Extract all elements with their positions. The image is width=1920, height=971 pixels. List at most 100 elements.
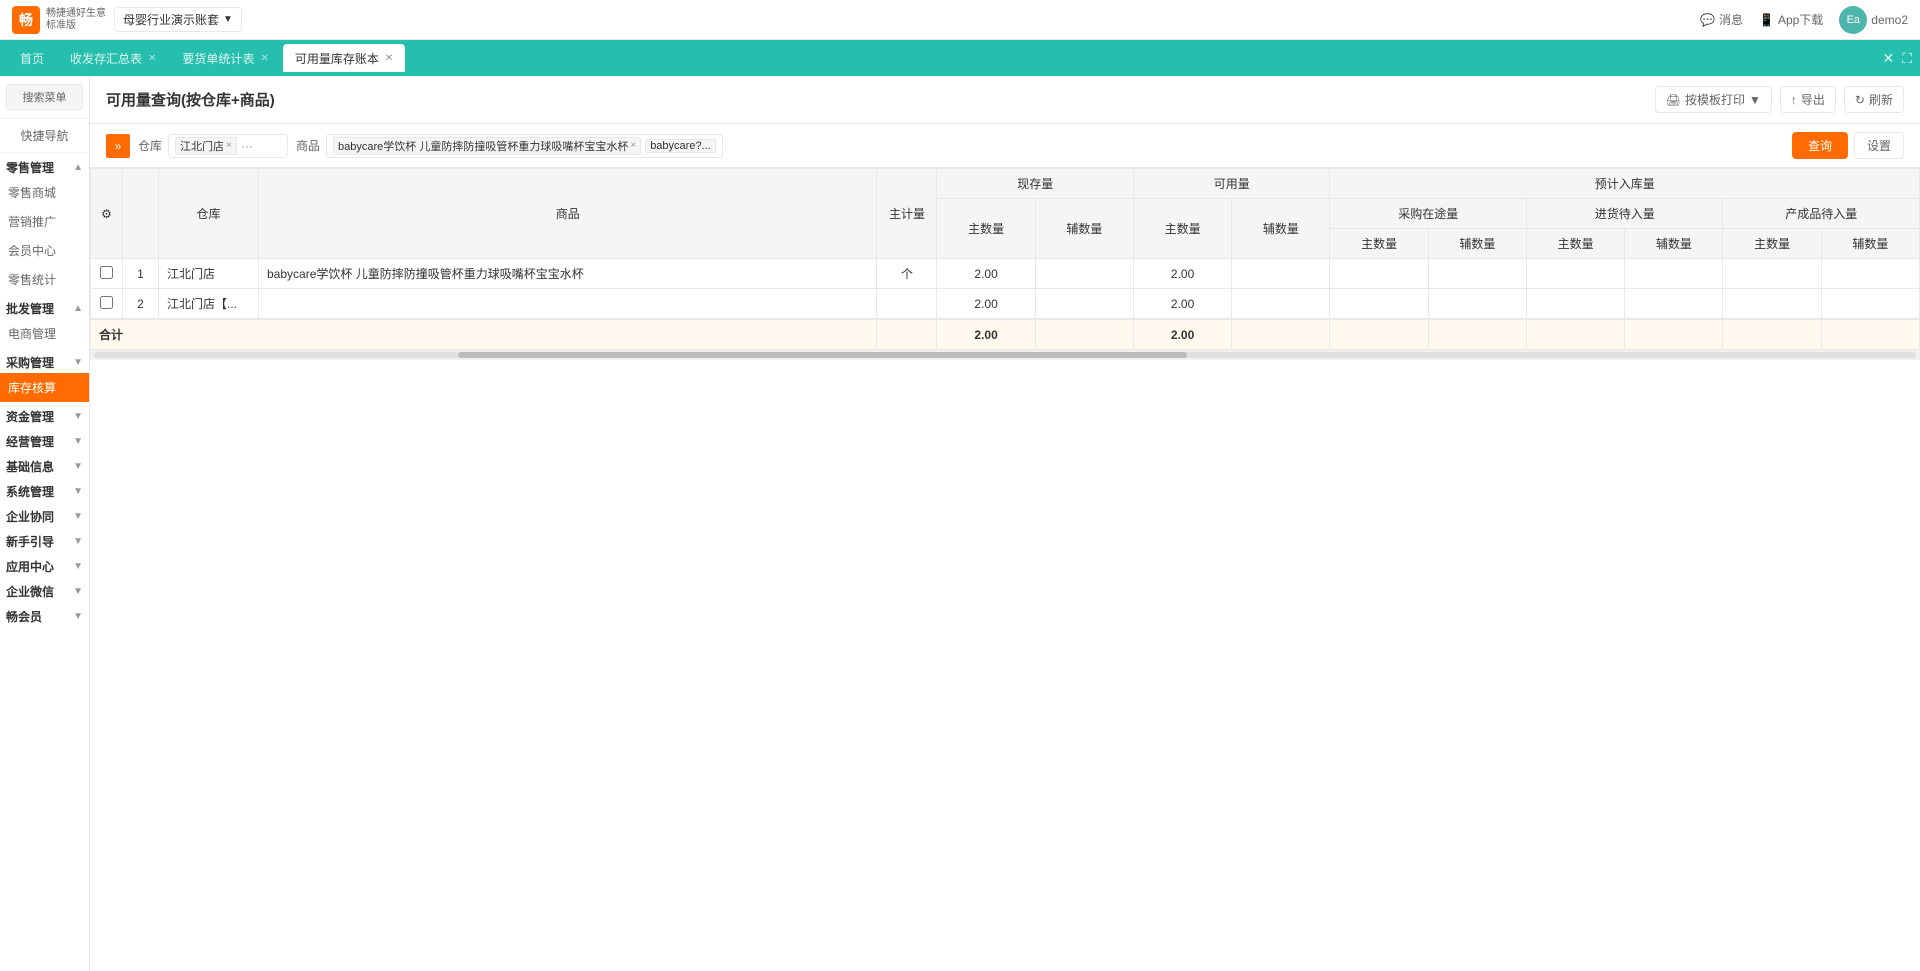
summary-production-main (1723, 319, 1821, 350)
summary-label: 合计 (91, 319, 877, 350)
cell-production-main (1723, 289, 1821, 320)
product-tag-close-1[interactable]: × (630, 140, 636, 151)
vip-expand-icon: ▼ (73, 611, 83, 622)
close-all-icon[interactable]: ✕ (1882, 50, 1894, 67)
th-settings[interactable]: ⚙ (91, 169, 123, 259)
filter-actions: 查询 设置 (1792, 132, 1904, 159)
warehouse-filter: 仓库 江北门店 × ··· (138, 134, 288, 158)
top-bar-left: 畅 畅捷通好生意 标准版 母婴行业演示账套 ▼ (12, 6, 242, 34)
settings-btn[interactable]: 设置 (1854, 132, 1904, 159)
summary-stock-aux (1035, 319, 1133, 350)
product-tag-container[interactable]: babycare学饮杯 儿童防摔防撞吸管杯重力球吸嘴杯宝宝水杯 × babyca… (326, 134, 723, 158)
sidebar-section-finance[interactable]: 资金管理 ▼ (0, 402, 89, 427)
sidebar-section-newbie-label: 新手引导 (6, 533, 54, 550)
top-bar: 畅 畅捷通好生意 标准版 母婴行业演示账套 ▼ 💬 消息 📱 App下载 Ea … (0, 0, 1920, 40)
sidebar-item-marketing[interactable]: 营销推广 (0, 207, 89, 236)
th-production-group: 产成品待入量 (1723, 199, 1920, 229)
sidebar-section-retail[interactable]: 零售管理 ▲ (0, 153, 89, 178)
warehouse-tag-close[interactable]: × (226, 140, 232, 151)
filter-area: » 仓库 江北门店 × ··· 商品 babycare学饮杯 儿童防摔防撞吸管杯… (90, 124, 1920, 168)
sidebar-section-retail-label: 零售管理 (6, 159, 54, 176)
export-label: 导出 (1801, 91, 1825, 108)
sidebar-section-wholesale-label: 批发管理 (6, 300, 54, 317)
collab-expand-icon: ▼ (73, 511, 83, 522)
cell-incoming-main (1526, 289, 1624, 320)
th-product: 商品 (259, 169, 877, 259)
table-row: 2 江北门店【... 2.00 2.00 (91, 289, 1920, 320)
sidebar-section-ops[interactable]: 经营管理 ▼ (0, 427, 89, 452)
tab-home[interactable]: 首页 (8, 44, 56, 72)
cell-checkbox[interactable] (91, 289, 123, 320)
sidebar-section-wholesale[interactable]: 批发管理 ▲ (0, 294, 89, 319)
refresh-icon: ↻ (1855, 93, 1865, 107)
summary-incoming-main (1526, 319, 1624, 350)
page-actions: 🖨 按模板打印 ▼ ↑ 导出 ↻ 刷新 (1655, 86, 1904, 113)
sidebar-item-inventory[interactable]: 库存核算 (0, 373, 89, 402)
scrollbar-container[interactable] (90, 350, 1920, 360)
sidebar: 搜索菜单 快捷导航 零售管理 ▲ 零售商城 营销推广 会员中心 零售统计 批发管… (0, 76, 90, 971)
tab-available-stock-close[interactable]: ✕ (385, 53, 393, 64)
cell-available-aux (1232, 259, 1330, 289)
query-btn[interactable]: 查询 (1792, 132, 1848, 159)
messages-btn[interactable]: 💬 消息 (1700, 11, 1743, 28)
tab-order-stats-close[interactable]: ✕ (260, 53, 268, 64)
messages-label: 消息 (1719, 11, 1743, 28)
cell-product (259, 289, 877, 320)
tab-receipts[interactable]: 收发存汇总表 ✕ (58, 44, 168, 72)
cell-available-aux (1232, 289, 1330, 320)
cell-available-main: 2.00 (1133, 259, 1231, 289)
cell-incoming-aux (1625, 259, 1723, 289)
sidebar-item-member[interactable]: 会员中心 (0, 236, 89, 265)
user-profile-btn[interactable]: Ea demo2 (1839, 6, 1908, 34)
sidebar-section-appstore-label: 应用中心 (6, 558, 54, 575)
filter-expand-btn[interactable]: » (106, 134, 130, 158)
sidebar-section-purchase[interactable]: 采购管理 ▼ (0, 348, 89, 373)
warehouse-more-dots[interactable]: ··· (241, 139, 253, 153)
page-header: 可用量查询(按仓库+商品) 🖨 按模板打印 ▼ ↑ 导出 ↻ 刷新 (90, 76, 1920, 124)
sidebar-item-quick-nav[interactable]: 快捷导航 (0, 119, 89, 153)
warehouse-tag-container[interactable]: 江北门店 × ··· (168, 134, 288, 158)
phone-icon: 📱 (1759, 13, 1774, 27)
page-title: 可用量查询(按仓库+商品) (106, 89, 275, 110)
export-icon: ↑ (1791, 93, 1797, 107)
warehouse-label: 仓库 (138, 137, 162, 154)
sidebar-section-vip[interactable]: 畅会员 ▼ (0, 602, 89, 627)
sidebar-item-ecommerce[interactable]: 电商管理 (0, 319, 89, 348)
product-tag-2: babycare?... (645, 139, 716, 153)
summary-available-main: 2.00 (1133, 319, 1231, 350)
tab-order-stats[interactable]: 要货单统计表 ✕ (170, 44, 280, 72)
tab-order-stats-label: 要货单统计表 (182, 50, 254, 67)
sidebar-section-wechat[interactable]: 企业微信 ▼ (0, 577, 89, 602)
print-btn[interactable]: 🖨 按模板打印 ▼ (1655, 86, 1772, 113)
tab-home-label: 首页 (20, 50, 44, 67)
industry-selector[interactable]: 母婴行业演示账套 ▼ (114, 7, 242, 32)
cell-checkbox[interactable] (91, 259, 123, 289)
logo-area: 畅 畅捷通好生意 标准版 (12, 6, 106, 34)
tab-receipts-label: 收发存汇总表 (70, 50, 142, 67)
sidebar-section-system[interactable]: 系统管理 ▼ (0, 477, 89, 502)
sidebar-section-finance-label: 资金管理 (6, 408, 54, 425)
tab-receipts-close[interactable]: ✕ (148, 53, 156, 64)
th-stock-aux: 辅数量 (1035, 199, 1133, 259)
sidebar-section-base[interactable]: 基础信息 ▼ (0, 452, 89, 477)
th-incoming-group: 进货待入量 (1526, 199, 1723, 229)
sidebar-section-newbie[interactable]: 新手引导 ▼ (0, 527, 89, 552)
sidebar-section-collab[interactable]: 企业协同 ▼ (0, 502, 89, 527)
product-tag-text-1: babycare学饮杯 儿童防摔防撞吸管杯重力球吸嘴杯宝宝水杯 (338, 138, 628, 154)
tab-available-stock[interactable]: 可用量库存账本 ✕ (283, 44, 405, 72)
export-btn[interactable]: ↑ 导出 (1780, 86, 1836, 113)
finance-expand-icon: ▼ (73, 411, 83, 422)
scrollbar-thumb[interactable] (458, 352, 1187, 358)
scrollbar-track[interactable] (94, 352, 1916, 358)
app-download-btn[interactable]: 📱 App下载 (1759, 11, 1823, 28)
sidebar-item-retail-shop[interactable]: 零售商城 (0, 178, 89, 207)
summary-unit (877, 319, 937, 350)
search-menu-btn[interactable]: 搜索菜单 (6, 84, 83, 110)
sidebar-section-appstore[interactable]: 应用中心 ▼ (0, 552, 89, 577)
summary-production-aux (1821, 319, 1919, 350)
sidebar-item-retail-stats[interactable]: 零售统计 (0, 265, 89, 294)
refresh-btn[interactable]: ↻ 刷新 (1844, 86, 1904, 113)
fullscreen-icon[interactable]: ⛶ (1902, 50, 1912, 67)
sidebar-section-wechat-label: 企业微信 (6, 583, 54, 600)
cell-purchase-main (1330, 259, 1428, 289)
